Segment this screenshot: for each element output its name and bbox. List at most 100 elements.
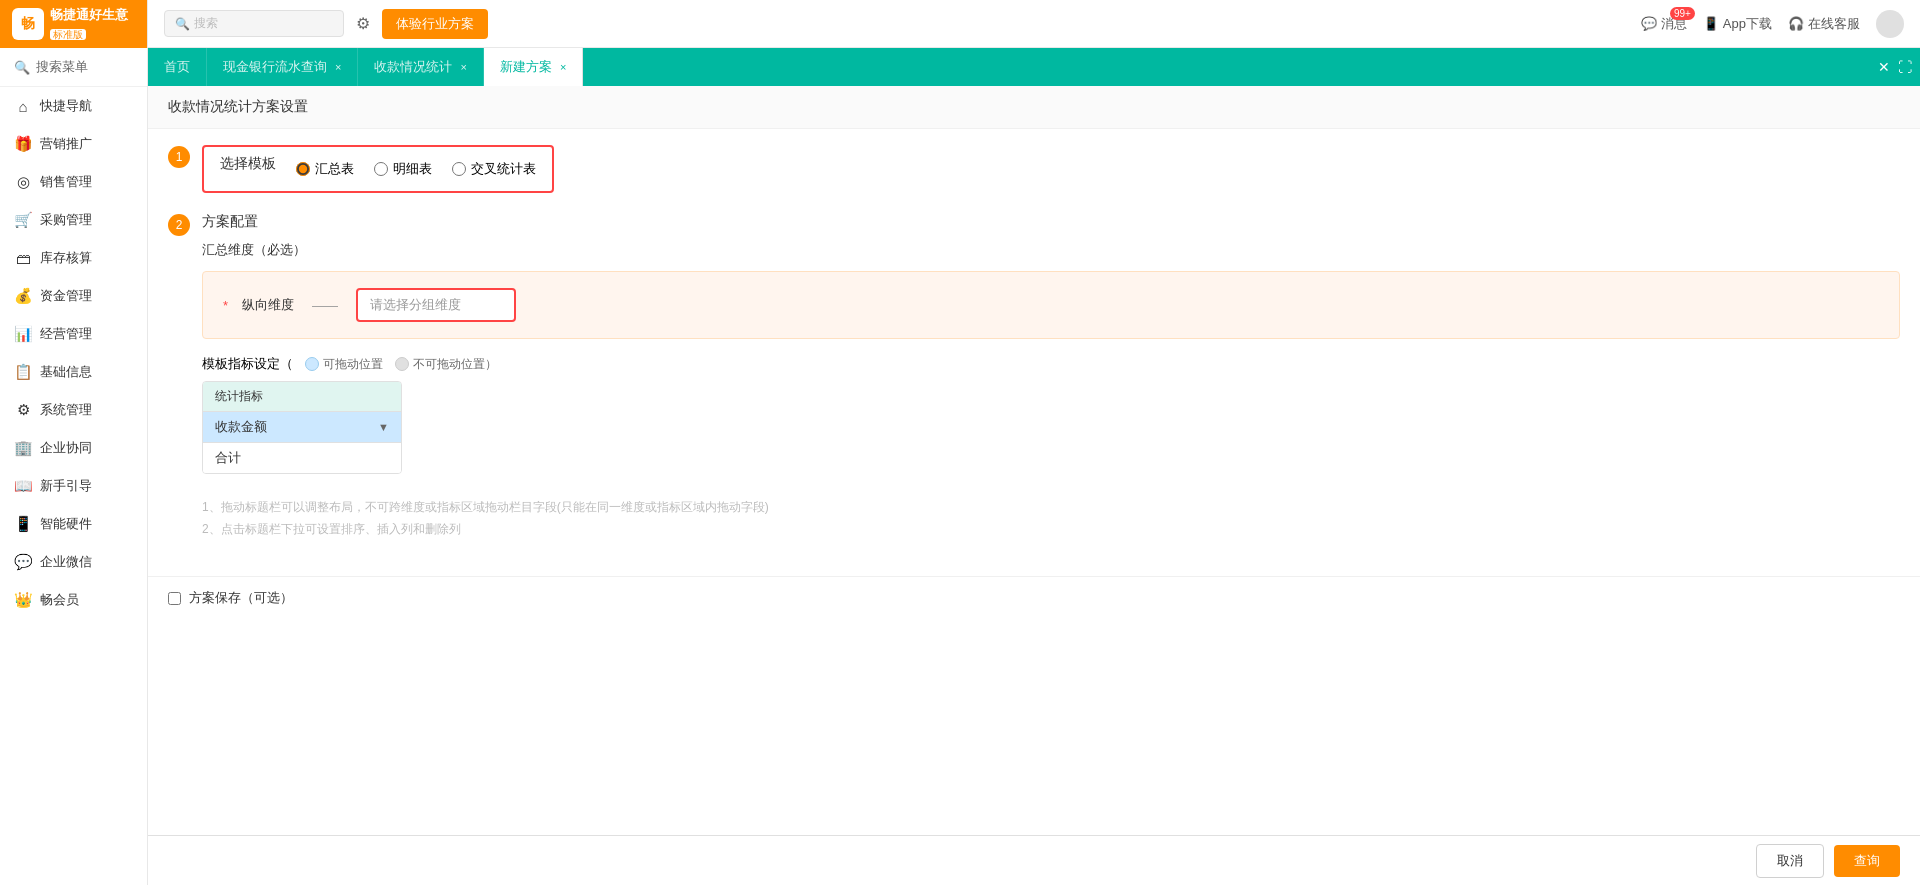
radio-cross-label: 交叉统计表 <box>471 160 536 178</box>
sidebar-label-operations: 经营管理 <box>40 325 92 343</box>
metrics-cell-label: 收款金额 <box>215 418 267 436</box>
main-section: 1 选择模板 汇总表 明细表 <box>148 129 1920 576</box>
template-radio-group: 汇总表 明细表 交叉统计表 <box>296 160 536 178</box>
radio-cross-input[interactable] <box>452 162 466 176</box>
step1-block: 1 选择模板 汇总表 明细表 <box>168 145 1900 193</box>
sidebar-item-sales[interactable]: ◎ 销售管理 <box>0 163 147 201</box>
sidebar-label-member: 畅会员 <box>40 591 79 609</box>
sidebar-item-finance[interactable]: 💰 资金管理 <box>0 277 147 315</box>
dimension-area: * 纵向维度 —— 请选择分组维度 <box>202 271 1900 339</box>
metrics-subtotal: 合计 <box>203 443 401 473</box>
logo-icon: 畅 <box>12 8 44 40</box>
tab-close-new-plan[interactable]: × <box>560 61 566 73</box>
logo-badge: 标准版 <box>50 29 86 40</box>
header-right: 💬 消息 99+ 📱 App下载 🎧 在线客服 <box>1641 10 1904 38</box>
sidebar-search[interactable]: 🔍 搜索菜单 <box>0 48 147 87</box>
message-btn[interactable]: 💬 消息 99+ <box>1641 15 1687 33</box>
tab-new-plan[interactable]: 新建方案× <box>484 48 583 86</box>
tips-section: 1、拖动标题栏可以调整布局，不可跨维度或指标区域拖动栏目字段(只能在同一维度或指… <box>202 497 1900 540</box>
sidebar-item-member[interactable]: 👑 畅会员 <box>0 581 147 619</box>
sidebar-item-corp[interactable]: 🏢 企业协同 <box>0 429 147 467</box>
tip1-text: 1、拖动标题栏可以调整布局，不可跨维度或指标区域拖动栏目字段(只能在同一维度或指… <box>202 497 769 519</box>
sidebar-item-system[interactable]: ⚙ 系统管理 <box>0 391 147 429</box>
sidebar-label-hardware: 智能硬件 <box>40 515 92 533</box>
draggable-label: 可拖动位置 <box>323 356 383 373</box>
sidebar-item-base[interactable]: 📋 基础信息 <box>0 353 147 391</box>
sidebar-icon-hardware: 📱 <box>14 515 32 533</box>
industry-btn[interactable]: 体验行业方案 <box>382 9 488 39</box>
metrics-table: 统计指标 收款金额 ▼ 合计 <box>202 381 402 474</box>
sidebar-item-marketing[interactable]: 🎁 营销推广 <box>0 125 147 163</box>
radio-summary[interactable]: 汇总表 <box>296 160 354 178</box>
sidebar-label-marketing: 营销推广 <box>40 135 92 153</box>
sidebar-search-label: 搜索菜单 <box>36 58 88 76</box>
sidebar-label-wechat: 企业微信 <box>40 553 92 571</box>
message-badge: 99+ <box>1670 7 1695 20</box>
step2-num: 2 <box>168 214 190 236</box>
header-search[interactable]: 🔍 搜索 <box>164 10 344 37</box>
download-label: App下载 <box>1723 15 1772 33</box>
tab-close-stats[interactable]: × <box>460 61 466 73</box>
sidebar-icon-finance: 💰 <box>14 287 32 305</box>
nodrag-dot <box>395 357 409 371</box>
sidebar-item-guide[interactable]: 📖 新手引导 <box>0 467 147 505</box>
dimension-select[interactable]: 请选择分组维度 <box>356 288 516 322</box>
support-btn[interactable]: 🎧 在线客服 <box>1788 15 1860 33</box>
sidebar-items-list: ⌂ 快捷导航 🎁 营销推广 ◎ 销售管理 🛒 采购管理 🗃 库存核算 💰 资金管… <box>0 87 147 619</box>
radio-detail[interactable]: 明细表 <box>374 160 432 178</box>
sidebar-item-operations[interactable]: 📊 经营管理 <box>0 315 147 353</box>
download-icon: 📱 <box>1703 16 1719 31</box>
radio-cross[interactable]: 交叉统计表 <box>452 160 536 178</box>
template-select-box: 选择模板 汇总表 明细表 <box>202 145 554 193</box>
step2-block: 2 方案配置 汇总维度（必选） * 纵向维度 —— <box>168 213 1900 540</box>
close-tab-icon[interactable]: ✕ <box>1878 59 1890 75</box>
radio-detail-input[interactable] <box>374 162 388 176</box>
sidebar-icon-system: ⚙ <box>14 401 32 419</box>
page-container: 收款情况统计方案设置 1 选择模板 汇总表 <box>148 86 1920 835</box>
logo-text-block: 畅捷通好生意 标准版 <box>50 6 128 42</box>
sidebar-icon-corp: 🏢 <box>14 439 32 457</box>
tip2: 2、点击标题栏下拉可设置排序、插入列和删除列 <box>202 519 1900 541</box>
sidebar-item-hardware[interactable]: 📱 智能硬件 <box>0 505 147 543</box>
header-search-icon: 🔍 <box>175 17 190 31</box>
sidebar-item-purchase[interactable]: 🛒 采购管理 <box>0 201 147 239</box>
sidebar-item-inventory[interactable]: 🗃 库存核算 <box>0 239 147 277</box>
nodrag-label: 不可拖动位置） <box>413 356 497 373</box>
tab-stats[interactable]: 收款情况统计 × <box>358 48 483 86</box>
step1-label: 选择模板 <box>220 155 276 173</box>
support-icon: 🎧 <box>1788 16 1804 31</box>
tab-label-home: 首页 <box>164 58 190 76</box>
cancel-button[interactable]: 取消 <box>1756 844 1824 878</box>
logo-char: 畅 <box>21 15 35 33</box>
tab-close-bank[interactable]: × <box>335 61 341 73</box>
radio-summary-input[interactable] <box>296 162 310 176</box>
main-area: 🔍 搜索 ⚙ 体验行业方案 💬 消息 99+ 📱 App下载 🎧 在线客服 首页… <box>148 0 1920 885</box>
download-btn[interactable]: 📱 App下载 <box>1703 15 1772 33</box>
tab-bank[interactable]: 现金银行流水查询× <box>207 48 358 86</box>
sidebar-icon-marketing: 🎁 <box>14 135 32 153</box>
dimension-arrow: —— <box>312 298 338 313</box>
sidebar-icon-guide: 📖 <box>14 477 32 495</box>
query-button[interactable]: 查询 <box>1834 845 1900 877</box>
sidebar-label-inventory: 库存核算 <box>40 249 92 267</box>
sidebar-label-corp: 企业协同 <box>40 439 92 457</box>
tab-label-stats: 收款情况统计 <box>374 58 452 76</box>
dimension-placeholder: 请选择分组维度 <box>370 297 461 312</box>
sidebar-label-finance: 资金管理 <box>40 287 92 305</box>
tab-home[interactable]: 首页 <box>148 48 207 86</box>
sidebar-icon-base: 📋 <box>14 363 32 381</box>
maximize-icon[interactable]: ⛶ <box>1898 59 1912 75</box>
tip1: 1、拖动标题栏可以调整布局，不可跨维度或指标区域拖动栏目字段(只能在同一维度或指… <box>202 497 1900 519</box>
save-checkbox[interactable] <box>168 592 181 605</box>
sidebar-item-wechat[interactable]: 💬 企业微信 <box>0 543 147 581</box>
sidebar-label-sales: 销售管理 <box>40 173 92 191</box>
step2-label: 方案配置 <box>202 213 1900 231</box>
user-avatar[interactable] <box>1876 10 1904 38</box>
metrics-cell-amount[interactable]: 收款金额 ▼ <box>203 412 401 443</box>
metrics-header: 统计指标 <box>203 382 401 412</box>
step2-content: 方案配置 汇总维度（必选） * 纵向维度 —— 请选择分组维度 <box>202 213 1900 540</box>
header-settings-icon[interactable]: ⚙ <box>356 14 370 33</box>
sidebar-logo: 畅 畅捷通好生意 标准版 <box>0 0 147 48</box>
required-mark: * <box>223 298 228 313</box>
sidebar-item-quick-nav[interactable]: ⌂ 快捷导航 <box>0 87 147 125</box>
